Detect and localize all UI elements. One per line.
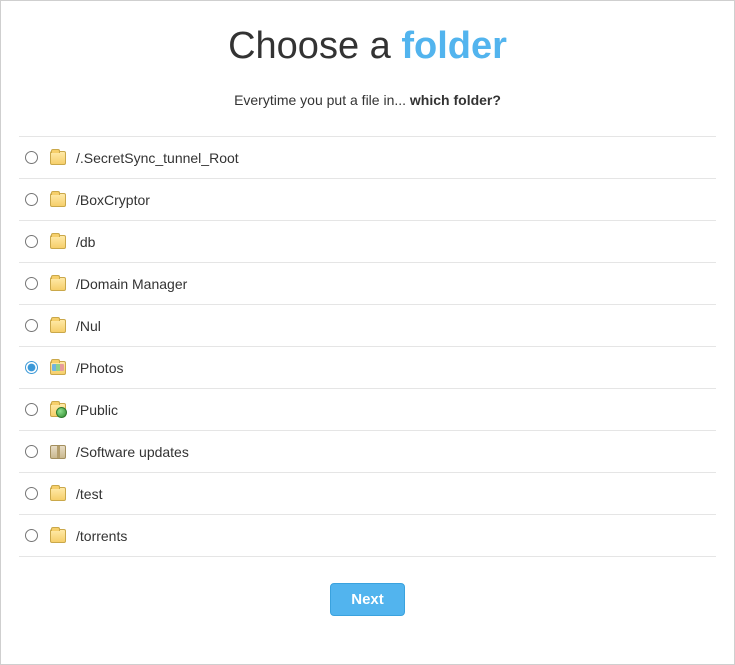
folder-list: /.SecretSync_tunnel_Root/BoxCryptor/db/D… (19, 136, 716, 557)
folder-label: /test (76, 486, 712, 502)
folder-radio[interactable] (25, 235, 38, 248)
folder-icon (50, 277, 66, 291)
folder-label: /torrents (76, 528, 712, 544)
folder-row[interactable]: /.SecretSync_tunnel_Root (19, 137, 716, 179)
folder-row[interactable]: /torrents (19, 515, 716, 557)
folder-icon (50, 529, 66, 543)
page-subtitle: Everytime you put a file in... which fol… (19, 92, 716, 108)
folder-radio[interactable] (25, 403, 38, 416)
folder-radio[interactable] (25, 151, 38, 164)
dialog-choose-folder: Choose a folder Everytime you put a file… (0, 0, 735, 665)
folder-row[interactable]: /Software updates (19, 431, 716, 473)
subtitle-strong: which folder? (410, 92, 501, 108)
folder-icon (50, 487, 66, 501)
folder-radio[interactable] (25, 487, 38, 500)
folder-row[interactable]: /Public (19, 389, 716, 431)
page-title: Choose a folder (19, 25, 716, 68)
folder-row[interactable]: /Photos (19, 347, 716, 389)
next-button[interactable]: Next (330, 583, 405, 616)
folder-radio[interactable] (25, 361, 38, 374)
folder-row[interactable]: /test (19, 473, 716, 515)
folder-label: /.SecretSync_tunnel_Root (76, 150, 712, 166)
folder-row[interactable]: /db (19, 221, 716, 263)
folder-row[interactable]: /Domain Manager (19, 263, 716, 305)
folder-radio[interactable] (25, 529, 38, 542)
folder-radio[interactable] (25, 277, 38, 290)
software-icon (50, 445, 66, 459)
folder-label: /Domain Manager (76, 276, 712, 292)
footer: Next (19, 557, 716, 642)
folder-icon (50, 235, 66, 249)
folder-row[interactable]: /BoxCryptor (19, 179, 716, 221)
folder-label: /db (76, 234, 712, 250)
folder-icon (50, 193, 66, 207)
title-accent: folder (401, 25, 507, 67)
folder-radio[interactable] (25, 445, 38, 458)
folder-icon (50, 319, 66, 333)
public-icon (50, 403, 66, 417)
folder-label: /Software updates (76, 444, 712, 460)
folder-radio[interactable] (25, 319, 38, 332)
photos-icon (50, 361, 66, 375)
folder-label: /Public (76, 402, 712, 418)
folder-label: /BoxCryptor (76, 192, 712, 208)
folder-label: /Photos (76, 360, 712, 376)
folder-radio[interactable] (25, 193, 38, 206)
title-prefix: Choose a (228, 25, 401, 67)
subtitle-lead: Everytime you put a file in... (234, 92, 410, 108)
folder-label: /Nul (76, 318, 712, 334)
folder-icon (50, 151, 66, 165)
folder-row[interactable]: /Nul (19, 305, 716, 347)
